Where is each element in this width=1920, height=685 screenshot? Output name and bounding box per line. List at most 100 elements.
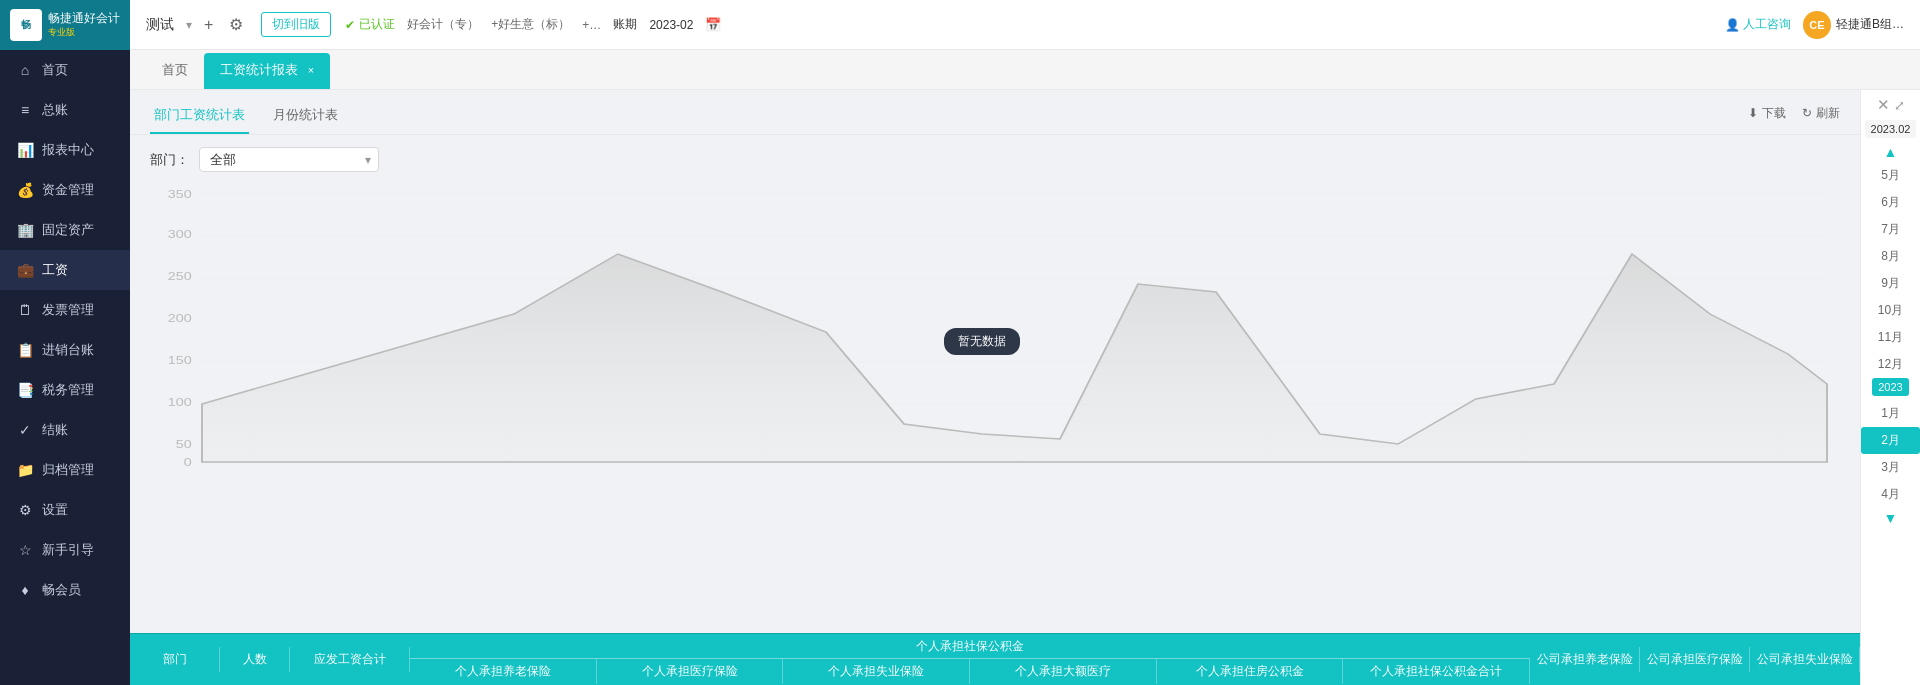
sidebar-item-tax[interactable]: 📑 税务管理: [0, 370, 130, 410]
right-panel-month-5[interactable]: 5月: [1861, 162, 1920, 189]
calendar-icon[interactable]: 📅: [705, 17, 721, 32]
right-panel-nav-up[interactable]: ▲: [1882, 142, 1900, 162]
settings-icon: ⚙: [16, 502, 34, 518]
svg-text:300: 300: [168, 228, 192, 241]
logo-name-block: 畅捷通好会计 专业版: [48, 11, 120, 40]
sidebar-item-salary-label: 工资: [42, 261, 68, 279]
sidebar-item-assets-label: 固定资产: [42, 221, 94, 239]
filter-row: 部门： 全部: [130, 135, 1860, 184]
sidebar-item-inventory[interactable]: 📋 进销台账: [0, 330, 130, 370]
sidebar-item-finance[interactable]: 💰 资金管理: [0, 170, 130, 210]
topbar-settings-icon[interactable]: ⚙: [229, 15, 243, 34]
logo-text: 畅: [21, 18, 31, 32]
avatar: CE: [1803, 11, 1831, 39]
certified-label: 已认证: [359, 16, 395, 33]
topbar: 测试 ▾ + ⚙ 切到旧版 ✔ 已认证 好会计（专） +好生意（标） +… 账期…: [130, 0, 1920, 50]
right-panel-month-2[interactable]: 2月: [1861, 427, 1920, 454]
status2: +好生意（标）: [491, 16, 570, 33]
right-panel-month-4[interactable]: 4月: [1861, 481, 1920, 508]
tab-home[interactable]: 首页: [146, 53, 204, 89]
vip-icon: ♦: [16, 582, 34, 598]
sidebar-item-archive-label: 归档管理: [42, 461, 94, 479]
right-panel-month-3[interactable]: 3月: [1861, 454, 1920, 481]
chart-container: 0 50 100 150 200 250 300 350: [130, 184, 1860, 633]
subtab-actions: ⬇ 下载 ↻ 刷新: [1748, 105, 1840, 130]
tab-close-icon[interactable]: ×: [308, 64, 314, 76]
app-logo: 畅 畅捷通好会计 专业版: [0, 0, 130, 50]
th-personal-pension: 个人承担养老保险: [410, 659, 597, 684]
sidebar-item-home[interactable]: ⌂ 首页: [0, 50, 130, 90]
main-content-row: 部门工资统计表 月份统计表 ⬇ 下载 ↻ 刷新: [130, 90, 1920, 685]
subtab-month-label: 月份统计表: [273, 107, 338, 122]
right-panel-month-6[interactable]: 6月: [1861, 189, 1920, 216]
right-panel-month-1[interactable]: 1月: [1861, 400, 1920, 427]
right-panel-year-2023[interactable]: 2023: [1872, 378, 1908, 396]
certified-badge: ✔ 已认证: [345, 16, 395, 33]
sidebar-item-invoice[interactable]: 🗒 发票管理: [0, 290, 130, 330]
sidebar-item-settle[interactable]: ✓ 结账: [0, 410, 130, 450]
settle-icon: ✓: [16, 422, 34, 438]
tab-home-label: 首页: [162, 62, 188, 77]
guide-icon: ☆: [16, 542, 34, 558]
right-panel-month-11[interactable]: 11月: [1861, 324, 1920, 351]
dept-filter-label: 部门：: [150, 151, 189, 169]
right-panel-month-9[interactable]: 9月: [1861, 270, 1920, 297]
sidebar-item-salary[interactable]: 💼 工资: [0, 250, 130, 290]
right-panel-month-8[interactable]: 8月: [1861, 243, 1920, 270]
sidebar-item-guide[interactable]: ☆ 新手引导: [0, 530, 130, 570]
sidebar-item-finance-label: 资金管理: [42, 181, 94, 199]
logo-icon: 畅: [10, 9, 42, 41]
app-name: 畅捷通好会计: [48, 11, 120, 27]
tab-salary-report-label: 工资统计报表: [220, 62, 298, 77]
download-btn[interactable]: ⬇ 下载: [1748, 105, 1786, 122]
svg-text:350: 350: [168, 188, 192, 201]
table-header: 部门 人数 应发工资合计 个人承担社保公积金 个人承担养老保险 个人承担医疗保险…: [130, 633, 1860, 685]
right-panel-year-label[interactable]: 2023.02: [1865, 120, 1917, 138]
close-right-panel-btn[interactable]: ✕: [1877, 96, 1890, 114]
salary-icon: 💼: [16, 262, 34, 278]
period-label: 账期: [613, 16, 637, 33]
sidebar-item-reports-label: 报表中心: [42, 141, 94, 159]
refresh-btn[interactable]: ↻ 刷新: [1802, 105, 1840, 122]
sidebar-item-tax-label: 税务管理: [42, 381, 94, 399]
right-panel-month-10[interactable]: 10月: [1861, 297, 1920, 324]
th-company-medical: 公司承担医疗保险: [1640, 647, 1750, 672]
svg-text:200: 200: [168, 312, 192, 325]
right-panel-month-7[interactable]: 7月: [1861, 216, 1920, 243]
subtab-month[interactable]: 月份统计表: [269, 100, 342, 134]
sidebar-item-settings[interactable]: ⚙ 设置: [0, 490, 130, 530]
sidebar-item-vip[interactable]: ♦ 畅会员: [0, 570, 130, 610]
main-area: 测试 ▾ + ⚙ 切到旧版 ✔ 已认证 好会计（专） +好生意（标） +… 账期…: [130, 0, 1920, 685]
help-btn[interactable]: 👤 人工咨询: [1725, 16, 1791, 33]
th-personal-group-cols: 个人承担养老保险 个人承担医疗保险 个人承担失业保险 个人承担大额医疗 个人承担…: [410, 659, 1530, 684]
reports-icon: 📊: [16, 142, 34, 158]
dept-filter-select[interactable]: 全部: [199, 147, 379, 172]
add-icon[interactable]: +: [204, 16, 213, 34]
right-panel-month-12[interactable]: 12月: [1861, 351, 1920, 378]
sidebar-item-ledger[interactable]: ≡ 总账: [0, 90, 130, 130]
svg-text:150: 150: [168, 354, 192, 367]
right-panel: ✕ ⤢ 2023.02 ▲ 5月 6月 7月 8月 9月 10月 11月 12月…: [1860, 90, 1920, 685]
dropdown-arrow-icon[interactable]: ▾: [186, 18, 192, 32]
sidebar-item-archive[interactable]: 📁 归档管理: [0, 450, 130, 490]
tab-salary-report[interactable]: 工资统计报表 ×: [204, 53, 330, 89]
th-dept-label: 部门: [163, 651, 187, 668]
sidebar-item-ledger-label: 总账: [42, 101, 68, 119]
status1: 好会计（专）: [407, 16, 479, 33]
expand-right-panel-btn[interactable]: ⤢: [1894, 96, 1905, 114]
tabbar: 首页 工资统计报表 ×: [130, 50, 1920, 90]
right-panel-nav-down[interactable]: ▼: [1882, 508, 1900, 528]
sidebar-item-assets[interactable]: 🏢 固定资产: [0, 210, 130, 250]
sidebar-item-settle-label: 结账: [42, 421, 68, 439]
th-company-unemployment: 公司承担失业保险: [1750, 647, 1860, 672]
subtab-dept[interactable]: 部门工资统计表: [150, 100, 249, 134]
th-dept: 部门: [130, 647, 220, 672]
svg-text:50: 50: [176, 438, 192, 451]
sidebar-item-reports[interactable]: 📊 报表中心: [0, 130, 130, 170]
user-menu-btn[interactable]: CE 轻捷通B组…: [1803, 11, 1904, 39]
certified-check-icon: ✔: [345, 18, 355, 32]
archive-icon: 📁: [16, 462, 34, 478]
switch-to-old-btn[interactable]: 切到旧版: [261, 12, 331, 37]
home-icon: ⌂: [16, 62, 34, 78]
subtab-dept-label: 部门工资统计表: [154, 107, 245, 122]
